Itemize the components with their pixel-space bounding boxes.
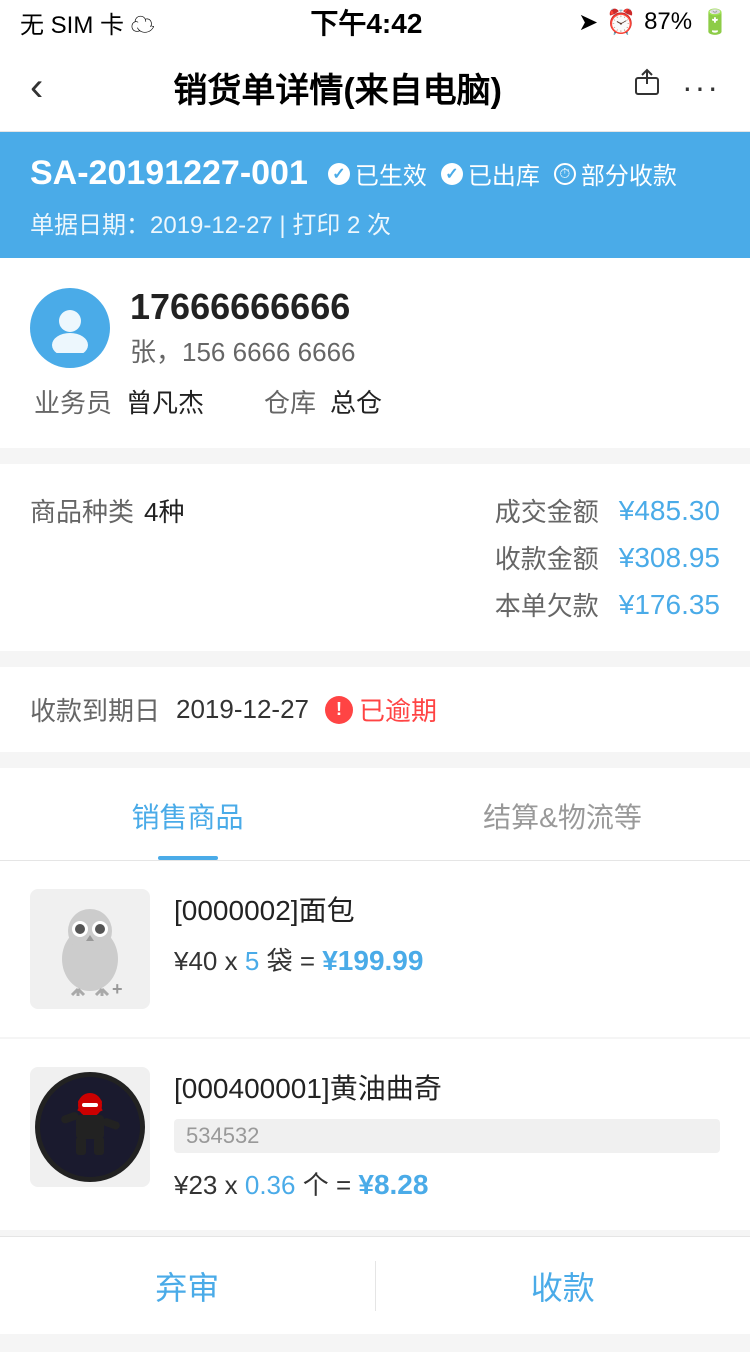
tab-sales-products-label: 销售商品: [131, 802, 243, 833]
nav-left: ‹: [30, 65, 43, 110]
nav-bar: ‹ 销货单详情(来自电脑) ···: [0, 44, 750, 132]
product-qty-1: 5: [245, 946, 259, 976]
category-label: 商品种类: [30, 492, 134, 529]
badge-partial-label: 部分收款: [581, 156, 677, 191]
status-badges: ✓ 已生效 ✓ 已出库 ⏱ 部分收款: [328, 156, 677, 191]
customer-avatar: [30, 288, 110, 368]
product-image-circle: [35, 1072, 145, 1182]
deal-amount-label: 成交金额: [495, 492, 599, 529]
customer-name-phone: 张，156 6666 6666: [130, 332, 356, 369]
deal-amount-row: 成交金额 ¥485.30: [495, 492, 720, 529]
debt-row: 本单欠款 ¥176.35: [495, 586, 720, 623]
customer-top: 17666666666 张，156 6666 6666: [30, 286, 720, 369]
status-left: 无 SIM 卡 ☁: [20, 5, 155, 40]
check-icon-2: ✓: [441, 163, 463, 185]
due-label: 收款到期日: [30, 691, 160, 728]
status-bar: 无 SIM 卡 ☁ 下午4:42 ➤ ⏰ 87% 🔋: [0, 0, 750, 44]
product-price-row-1: ¥40 x 5 袋 = ¥199.99: [174, 941, 720, 978]
received-value: ¥308.95: [619, 542, 720, 574]
header-top-row: SA-20191227-001 ✓ 已生效 ✓ 已出库 ⏱ 部分收款: [30, 154, 720, 193]
cancel-review-button[interactable]: 弃审: [0, 1243, 375, 1329]
sales-rep-value: 曾凡杰: [126, 383, 204, 420]
product-item-2: [000400001]黄油曲奇 534532 ¥23 x 0.36 个 = ¥8…: [0, 1039, 750, 1230]
summary-row: 商品种类 4种 成交金额 ¥485.30 收款金额 ¥308.95 本单欠款 ¥…: [30, 492, 720, 623]
badge-activated-label: 已生效: [355, 156, 427, 191]
battery-level: 87%: [644, 8, 692, 36]
badge-shipped-label: 已出库: [468, 156, 540, 191]
header-banner: SA-20191227-001 ✓ 已生效 ✓ 已出库 ⏱ 部分收款 单据日期：…: [0, 132, 750, 258]
product-info-1: [0000002]面包 ¥40 x 5 袋 = ¥199.99: [174, 889, 720, 978]
product-name-1: [0000002]面包: [174, 889, 720, 929]
back-button[interactable]: ‹: [30, 65, 43, 110]
tab-sales-products[interactable]: 销售商品: [0, 768, 375, 860]
customer-phone: 17666666666: [130, 286, 356, 328]
debt-value: ¥176.35: [619, 589, 720, 621]
summary-section: 商品种类 4种 成交金额 ¥485.30 收款金额 ¥308.95 本单欠款 ¥…: [0, 464, 750, 651]
status-time: 下午4:42: [310, 2, 422, 42]
warehouse-value: 总仓: [330, 383, 382, 420]
tab-bar: 销售商品 结算&物流等: [0, 768, 750, 861]
customer-meta: 业务员 曾凡杰 仓库 总仓: [30, 383, 720, 420]
product-tag-2: 534532: [174, 1119, 720, 1153]
badge-partial: ⏱ 部分收款: [554, 156, 677, 191]
product-unit-1: 袋: [267, 946, 293, 976]
product-unit-2: 个: [303, 1170, 329, 1200]
received-label: 收款金额: [495, 539, 599, 576]
svg-text:+: +: [112, 979, 123, 999]
summary-left: 商品种类 4种: [30, 492, 184, 529]
due-section: 收款到期日 2019-12-27 ! 已逾期: [0, 667, 750, 752]
product-total-1: ¥199.99: [322, 945, 423, 976]
product-thumb-1: +: [30, 889, 150, 1009]
tab-settlement[interactable]: 结算&物流等: [375, 768, 750, 860]
product-total-2: ¥8.28: [358, 1169, 428, 1200]
category-count: 4种: [144, 492, 184, 529]
sales-rep-label: 业务员: [34, 383, 112, 420]
overdue-icon: !: [325, 696, 353, 724]
product-qty-2: 0.36: [245, 1170, 296, 1200]
warehouse-label: 仓库: [264, 383, 316, 420]
warehouse-item: 仓库 总仓: [264, 383, 382, 420]
received-row: 收款金额 ¥308.95: [495, 539, 720, 576]
due-date: 2019-12-27: [176, 694, 309, 725]
overdue-text: 已逾期: [359, 691, 437, 728]
collect-button[interactable]: 收款: [376, 1243, 750, 1329]
check-icon-1: ✓: [328, 163, 350, 185]
tab-settlement-label: 结算&物流等: [483, 802, 642, 833]
product-unit-price-2: ¥23: [174, 1170, 217, 1200]
product-info-2: [000400001]黄油曲奇 534532 ¥23 x 0.36 个 = ¥8…: [174, 1067, 720, 1202]
sales-rep-item: 业务员 曾凡杰: [34, 383, 204, 420]
location-icon: ➤: [578, 8, 598, 37]
customer-section: 17666666666 张，156 6666 6666 业务员 曾凡杰 仓库 总…: [0, 258, 750, 448]
alarm-icon: ⏰: [606, 8, 636, 37]
badge-activated: ✓ 已生效: [328, 156, 427, 191]
debt-label: 本单欠款: [495, 586, 599, 623]
product-unit-price-1: ¥40: [174, 946, 217, 976]
deal-amount-value: ¥485.30: [619, 495, 720, 527]
clock-icon: ⏱: [554, 163, 576, 185]
more-button[interactable]: ···: [682, 69, 720, 106]
customer-info: 17666666666 张，156 6666 6666: [130, 286, 356, 369]
summary-right: 成交金额 ¥485.30 收款金额 ¥308.95 本单欠款 ¥176.35: [495, 492, 720, 623]
bottom-bar: 弃审 收款: [0, 1236, 750, 1334]
product-item-1: + [0000002]面包 ¥40 x 5 袋 = ¥199.99: [0, 861, 750, 1037]
product-price-row-2: ¥23 x 0.36 个 = ¥8.28: [174, 1165, 720, 1202]
nav-title: 销货单详情(来自电脑): [173, 63, 502, 112]
battery-icon: 🔋: [700, 8, 730, 37]
overdue-badge: ! 已逾期: [325, 691, 437, 728]
header-sub-text: 单据日期：2019-12-27 | 打印 2 次: [30, 205, 720, 240]
badge-shipped: ✓ 已出库: [441, 156, 540, 191]
product-name-2: [000400001]黄油曲奇: [174, 1067, 720, 1107]
product-thumb-2: [30, 1067, 150, 1187]
nav-right: ···: [632, 68, 720, 107]
sim-status: 无 SIM 卡 ☁: [20, 5, 155, 40]
share-button[interactable]: [632, 68, 662, 107]
status-right: ➤ ⏰ 87% 🔋: [578, 8, 730, 37]
order-id: SA-20191227-001: [30, 154, 308, 193]
